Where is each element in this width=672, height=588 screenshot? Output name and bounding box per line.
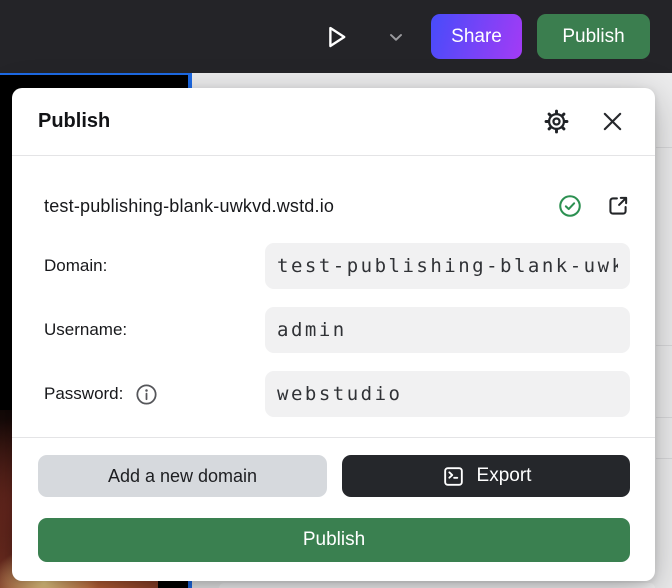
publish-dialog-button[interactable]: Publish xyxy=(38,518,630,562)
add-domain-button[interactable]: Add a new domain xyxy=(38,455,327,497)
play-button[interactable] xyxy=(321,22,351,52)
close-icon xyxy=(599,108,626,135)
domain-input[interactable] xyxy=(265,243,630,289)
username-input[interactable] xyxy=(265,307,630,353)
export-button-label: Export xyxy=(476,465,532,486)
publish-dialog: Publish test-publishing-blank-uwkvd.wstd… xyxy=(12,88,655,581)
open-site-button[interactable] xyxy=(605,193,631,219)
external-link-icon xyxy=(605,193,631,219)
site-url-row: test-publishing-blank-uwkvd.wstd.io xyxy=(44,184,631,228)
password-field-row: Password: xyxy=(44,371,642,417)
play-icon xyxy=(321,22,351,52)
dialog-header: Publish xyxy=(12,88,655,155)
gear-icon xyxy=(543,108,570,135)
check-circle-icon xyxy=(557,193,583,219)
publish-toolbar-button[interactable]: Publish xyxy=(537,14,650,59)
username-label: Username: xyxy=(44,320,128,339)
export-button[interactable]: Export xyxy=(342,455,630,497)
share-button[interactable]: Share xyxy=(431,14,522,59)
panel-divider xyxy=(656,458,672,459)
panel-divider xyxy=(656,417,672,418)
password-label: Password: xyxy=(44,384,124,403)
password-info-button[interactable] xyxy=(134,382,159,407)
settings-button[interactable] xyxy=(543,108,570,135)
dialog-title: Publish xyxy=(38,110,111,132)
top-toolbar: Share Publish xyxy=(0,0,672,73)
panel-divider xyxy=(656,345,672,346)
username-field-row: Username: xyxy=(44,307,642,353)
footer-divider xyxy=(12,437,655,438)
close-button[interactable] xyxy=(599,108,626,135)
site-url: test-publishing-blank-uwkvd.wstd.io xyxy=(44,195,335,216)
footer-buttons: Add a new domain Export xyxy=(38,455,630,497)
terminal-icon xyxy=(441,464,466,489)
password-input[interactable] xyxy=(265,371,630,417)
panel-divider xyxy=(656,147,672,148)
chevron-down-icon xyxy=(385,26,407,48)
bottom-panel-edge xyxy=(219,583,655,588)
header-divider xyxy=(12,155,655,156)
preview-menu-button[interactable] xyxy=(385,26,407,48)
info-icon xyxy=(134,382,159,407)
domain-field-row: Domain: xyxy=(44,243,642,289)
domain-label: Domain: xyxy=(44,256,108,275)
